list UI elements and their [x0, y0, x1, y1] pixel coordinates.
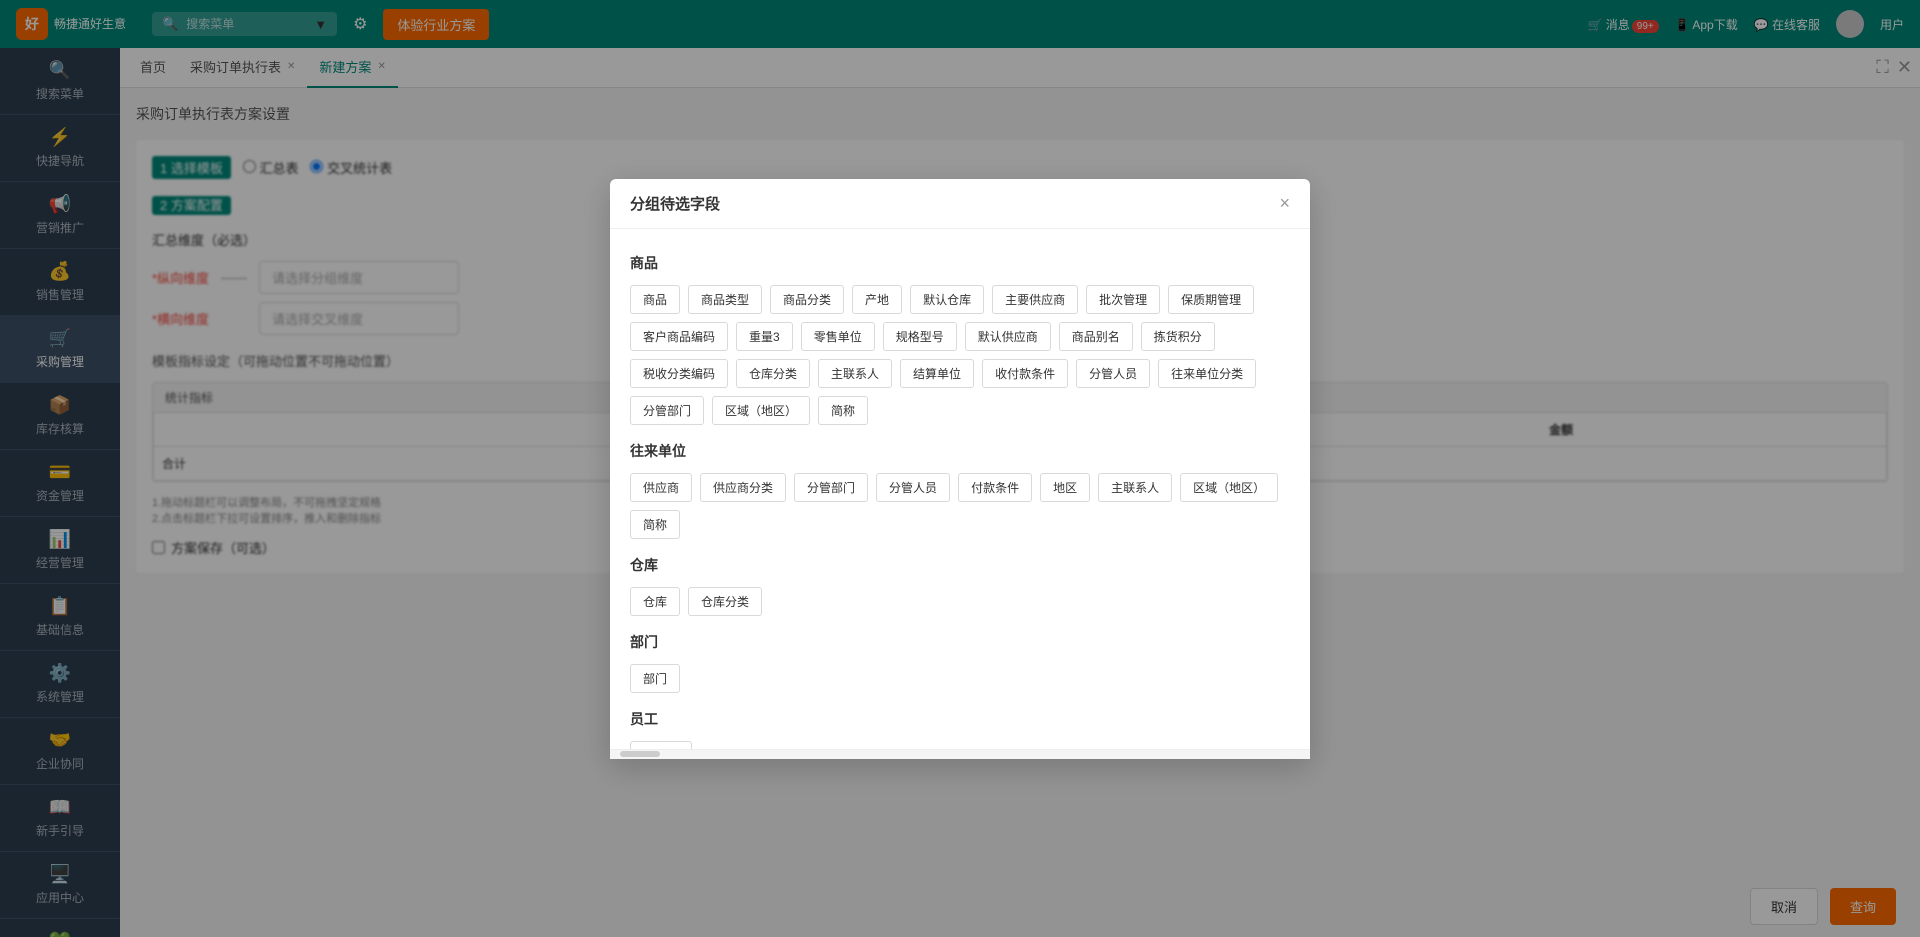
field-managed-person[interactable]: 分管人员 — [876, 473, 950, 502]
field-supplier-category[interactable]: 供应商分类 — [700, 473, 786, 502]
field-region[interactable]: 区域（地区） — [712, 396, 810, 425]
field-origin[interactable]: 产地 — [852, 285, 902, 314]
field-warehouse-category[interactable]: 仓库分类 — [736, 359, 810, 388]
field-product-type[interactable]: 商品类型 — [688, 285, 762, 314]
field-tax-code[interactable]: 税收分类编码 — [630, 359, 728, 388]
section-product-title: 商品 — [630, 253, 1290, 273]
field-department[interactable]: 部门 — [630, 664, 680, 693]
field-salesperson[interactable]: 业务员 — [630, 741, 692, 750]
modal-overlay: 分组待选字段 × 商品 商品 商品类型 商品分类 产地 默认仓库 主要供应商 批… — [0, 0, 1920, 937]
field-main-supplier[interactable]: 主要供应商 — [992, 285, 1078, 314]
field-select-modal: 分组待选字段 × 商品 商品 商品类型 商品分类 产地 默认仓库 主要供应商 批… — [610, 179, 1310, 759]
field-region2[interactable]: 区域（地区） — [1180, 473, 1278, 502]
field-area[interactable]: 地区 — [1040, 473, 1090, 502]
modal-body[interactable]: 商品 商品 商品类型 商品分类 产地 默认仓库 主要供应商 批次管理 保质期管理… — [610, 229, 1310, 750]
field-warehouse[interactable]: 仓库 — [630, 587, 680, 616]
field-settlement-unit[interactable]: 结算单位 — [900, 359, 974, 388]
field-default-supplier[interactable]: 默认供应商 — [965, 322, 1051, 351]
field-abbr[interactable]: 简称 — [818, 396, 868, 425]
modal-scrollbar-area — [610, 749, 1310, 758]
field-main-contact2[interactable]: 主联系人 — [1098, 473, 1172, 502]
field-main-contact[interactable]: 主联系人 — [818, 359, 892, 388]
field-batch-management[interactable]: 批次管理 — [1086, 285, 1160, 314]
field-payment-condition[interactable]: 付款条件 — [958, 473, 1032, 502]
field-dept[interactable]: 分管部门 — [630, 396, 704, 425]
field-customer-product-code[interactable]: 客户商品编码 — [630, 322, 728, 351]
section-employee-title: 员工 — [630, 709, 1290, 729]
field-product[interactable]: 商品 — [630, 285, 680, 314]
field-partner-category[interactable]: 往来单位分类 — [1158, 359, 1256, 388]
modal-title: 分组待选字段 — [630, 193, 720, 214]
section-dept-fields: 部门 — [630, 664, 1290, 693]
section-product-fields: 商品 商品类型 商品分类 产地 默认仓库 主要供应商 批次管理 保质期管理 客户… — [630, 285, 1290, 425]
modal-close-button[interactable]: × — [1279, 194, 1290, 212]
field-shelf-life[interactable]: 保质期管理 — [1168, 285, 1254, 314]
field-default-warehouse[interactable]: 默认仓库 — [910, 285, 984, 314]
section-warehouse-title: 仓库 — [630, 555, 1290, 575]
field-managed-dept[interactable]: 分管部门 — [794, 473, 868, 502]
field-spec-model[interactable]: 规格型号 — [883, 322, 957, 351]
field-supplier[interactable]: 供应商 — [630, 473, 692, 502]
field-weight3[interactable]: 重量3 — [736, 322, 793, 351]
modal-header: 分组待选字段 × — [610, 179, 1310, 229]
field-product-category[interactable]: 商品分类 — [770, 285, 844, 314]
field-abbr2[interactable]: 简称 — [630, 510, 680, 539]
section-warehouse-fields: 仓库 仓库分类 — [630, 587, 1290, 616]
section-employee-fields: 业务员 — [630, 741, 1290, 750]
scrollbar-thumb-h — [620, 751, 660, 757]
field-product-alias[interactable]: 商品别名 — [1059, 322, 1133, 351]
field-pick-points[interactable]: 拣货积分 — [1141, 322, 1215, 351]
field-retail-unit[interactable]: 零售单位 — [801, 322, 875, 351]
field-payment-terms[interactable]: 收付款条件 — [982, 359, 1068, 388]
section-partner-title: 往来单位 — [630, 441, 1290, 461]
field-supervisor[interactable]: 分管人员 — [1076, 359, 1150, 388]
section-partner-fields: 供应商 供应商分类 分管部门 分管人员 付款条件 地区 主联系人 区域（地区） … — [630, 473, 1290, 539]
section-dept-title: 部门 — [630, 632, 1290, 652]
field-warehouse-type[interactable]: 仓库分类 — [688, 587, 762, 616]
